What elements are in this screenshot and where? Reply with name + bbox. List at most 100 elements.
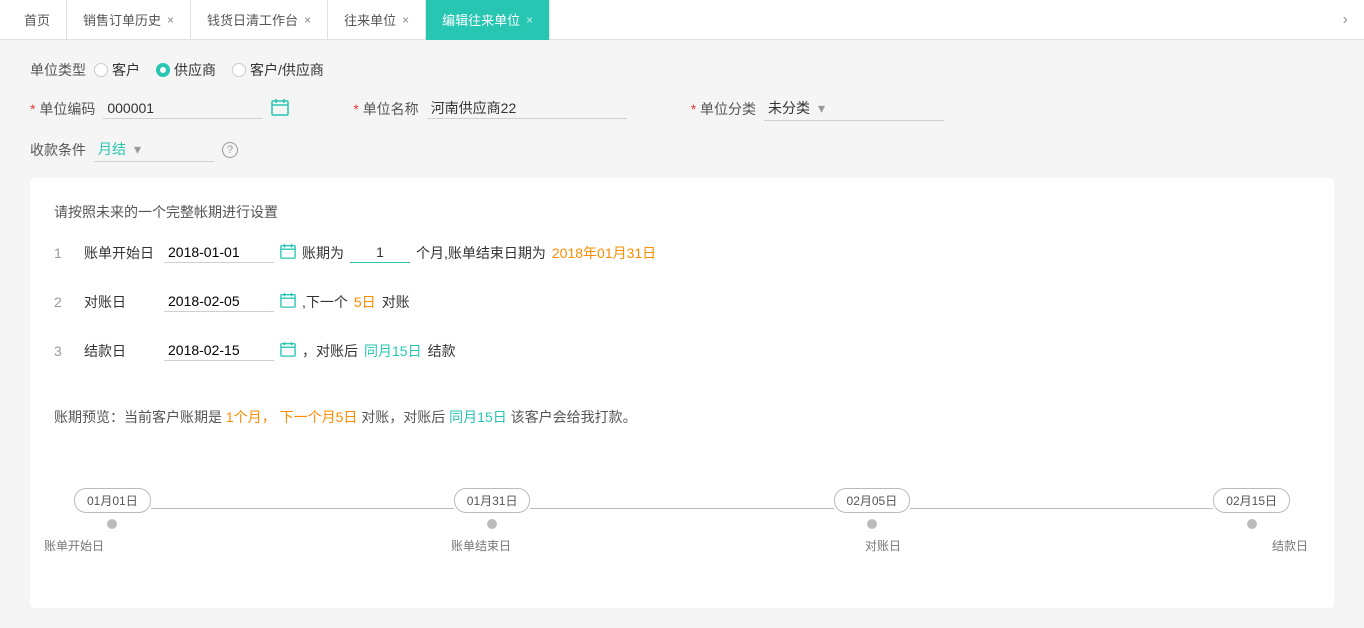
step1-period-unit: 个月,账单结束日期为 xyxy=(416,243,546,263)
timeline-tag-0: 01月01日 xyxy=(74,488,151,513)
main-content: 单位类型 客户 供应商 客户/供应商 单位编码 xyxy=(0,40,1364,628)
preview-label: 账期预览：当前客户账期是 xyxy=(54,409,222,425)
step3-calendar-icon[interactable] xyxy=(280,341,296,360)
preview-bar: 账期预览：当前客户账期是 1个月， 下一个月5日 对账，对账后 同月15日 该客… xyxy=(54,389,1310,430)
tab-cashflow-close[interactable]: × xyxy=(304,13,311,27)
tab-edit-counterpart-label: 编辑往来单位 xyxy=(442,10,520,29)
tab-home-label: 首页 xyxy=(24,10,50,29)
step2-rest: 对账 xyxy=(382,292,410,312)
unit-classify-arrow-icon: ▾ xyxy=(818,100,825,117)
step-row-3: 3 结款日 ，对账后 同月15日 结款 xyxy=(54,340,1310,361)
radio-customer[interactable]: 客户 xyxy=(94,60,140,80)
unit-name-field: 单位名称 xyxy=(353,98,626,119)
preview-part5: 该客户会给我打款。 xyxy=(511,409,637,425)
step1-date-input[interactable] xyxy=(164,242,274,263)
timeline-label-0: 账单开始日 xyxy=(44,537,104,554)
step-title-2: 对账日 xyxy=(84,292,164,312)
timeline-label-col-3: 结款日 xyxy=(1280,537,1290,554)
step-num-2: 2 xyxy=(54,294,84,310)
payment-terms-label: 收款条件 xyxy=(30,140,86,160)
unit-classify-value: 未分类 xyxy=(768,98,810,118)
radio-both-circle xyxy=(232,63,246,77)
tab-counterpart-close[interactable]: × xyxy=(402,13,409,27)
tab-sales-history-close[interactable]: × xyxy=(167,13,174,27)
timeline-label-3: 结款日 xyxy=(1272,537,1308,554)
unit-classify-field: 单位分类 未分类 ▾ xyxy=(691,96,944,121)
step-content-3: ，对账后 同月15日 结款 xyxy=(164,340,1310,361)
unit-code-calendar-icon[interactable] xyxy=(271,98,289,119)
tabs-nav-arrow[interactable]: › xyxy=(1335,11,1356,29)
unit-code-field: 单位编码 xyxy=(30,98,289,119)
unit-code-input[interactable] xyxy=(103,98,263,119)
timeline-node-2: 02月05日 xyxy=(834,488,911,529)
unit-classify-select[interactable]: 未分类 ▾ xyxy=(764,96,944,121)
payment-terms-select[interactable]: 月结 ▾ xyxy=(94,137,214,162)
timeline-dot-2 xyxy=(867,519,877,529)
unit-code-label: 单位编码 xyxy=(30,99,95,119)
radio-group-unit-type: 客户 供应商 客户/供应商 xyxy=(94,60,324,80)
step2-day: 5日 xyxy=(354,292,376,312)
preview-part3: 对账，对账后 xyxy=(361,409,445,425)
step3-date-input[interactable] xyxy=(164,340,274,361)
timeline-line-2-3 xyxy=(910,508,1213,509)
unit-name-label: 单位名称 xyxy=(353,99,418,119)
payment-terms-arrow-icon: ▾ xyxy=(134,141,141,158)
step1-calendar-icon[interactable] xyxy=(280,243,296,262)
timeline-dot-0 xyxy=(107,519,117,529)
payment-terms-row: 收款条件 月结 ▾ ? xyxy=(30,137,1334,162)
unit-type-field: 单位类型 客户 供应商 客户/供应商 xyxy=(30,60,324,80)
step-title-1: 账单开始日 xyxy=(84,243,164,263)
tab-sales-history[interactable]: 销售订单历史 × xyxy=(67,0,191,40)
tab-counterpart-label: 往来单位 xyxy=(344,10,396,29)
timeline-label-col-2: 对账日 xyxy=(878,537,888,554)
tab-cashflow[interactable]: 钱货日清工作台 × xyxy=(191,0,328,40)
unit-name-input[interactable] xyxy=(427,98,627,119)
radio-supplier[interactable]: 供应商 xyxy=(156,60,216,80)
step-content-1: 账期为 个月,账单结束日期为 2018年01月31日 xyxy=(164,242,1310,263)
timeline-label-2: 对账日 xyxy=(865,537,901,554)
step3-rest: 结款 xyxy=(428,341,456,361)
step-num-1: 1 xyxy=(54,245,84,261)
step1-period-input[interactable] xyxy=(350,242,410,263)
timeline-section: 01月01日 01月31日 02月05日 xyxy=(54,450,1310,584)
preview-part4: 同月15日 xyxy=(449,409,507,425)
radio-customer-circle xyxy=(94,63,108,77)
unit-classify-label: 单位分类 xyxy=(691,99,756,119)
timeline-node-0: 01月01日 xyxy=(74,488,151,529)
payment-terms-value: 月结 xyxy=(98,139,126,159)
tab-home[interactable]: 首页 xyxy=(8,0,67,40)
step2-calendar-icon[interactable] xyxy=(280,292,296,311)
unit-type-label: 单位类型 xyxy=(30,60,86,80)
step-title-3: 结款日 xyxy=(84,341,164,361)
tab-edit-counterpart-close[interactable]: × xyxy=(526,13,533,27)
tab-counterpart[interactable]: 往来单位 × xyxy=(328,0,426,40)
step3-comma: ，对账后 xyxy=(302,341,358,361)
tab-sales-history-label: 销售订单历史 xyxy=(83,10,161,29)
preview-part1: 1个月， xyxy=(226,409,276,425)
timeline-node-3: 02月15日 xyxy=(1213,488,1290,529)
steps-table: 1 账单开始日 账期为 个月,账单结束日期为 2018年01月31日 2 对账日 xyxy=(54,242,1310,361)
unit-info-row: 单位编码 单位名称 单位分类 未分类 ▾ xyxy=(30,96,1334,121)
timeline-tag-3: 02月15日 xyxy=(1213,488,1290,513)
step-num-3: 3 xyxy=(54,343,84,359)
period-settings-card: 请按照未来的一个完整帐期进行设置 1 账单开始日 账期为 个月,账单结束日期为 … xyxy=(30,178,1334,608)
step2-prefix: ,下一个 xyxy=(302,292,348,312)
step2-date-input[interactable] xyxy=(164,291,274,312)
preview-part2: 下一个月5日 xyxy=(280,409,358,425)
radio-both-label: 客户/供应商 xyxy=(250,60,324,80)
timeline-dot-3 xyxy=(1247,519,1257,529)
timeline-line-1-2 xyxy=(530,508,833,509)
payment-terms-help-icon[interactable]: ? xyxy=(222,142,238,158)
payment-terms-field: 收款条件 月结 ▾ ? xyxy=(30,137,238,162)
timeline-dot-1 xyxy=(487,519,497,529)
step1-period-end: 2018年01月31日 xyxy=(552,243,656,263)
radio-supplier-circle xyxy=(156,63,170,77)
step-row-1: 1 账单开始日 账期为 个月,账单结束日期为 2018年01月31日 xyxy=(54,242,1310,263)
unit-type-row: 单位类型 客户 供应商 客户/供应商 xyxy=(30,60,1334,80)
tab-edit-counterpart[interactable]: 编辑往来单位 × xyxy=(426,0,550,40)
timeline-tag-1: 01月31日 xyxy=(454,488,531,513)
timeline-node-1: 01月31日 xyxy=(454,488,531,529)
radio-both[interactable]: 客户/供应商 xyxy=(232,60,324,80)
timeline-label-1: 账单结束日 xyxy=(451,537,511,554)
step-row-2: 2 对账日 ,下一个 5日 对账 xyxy=(54,291,1310,312)
